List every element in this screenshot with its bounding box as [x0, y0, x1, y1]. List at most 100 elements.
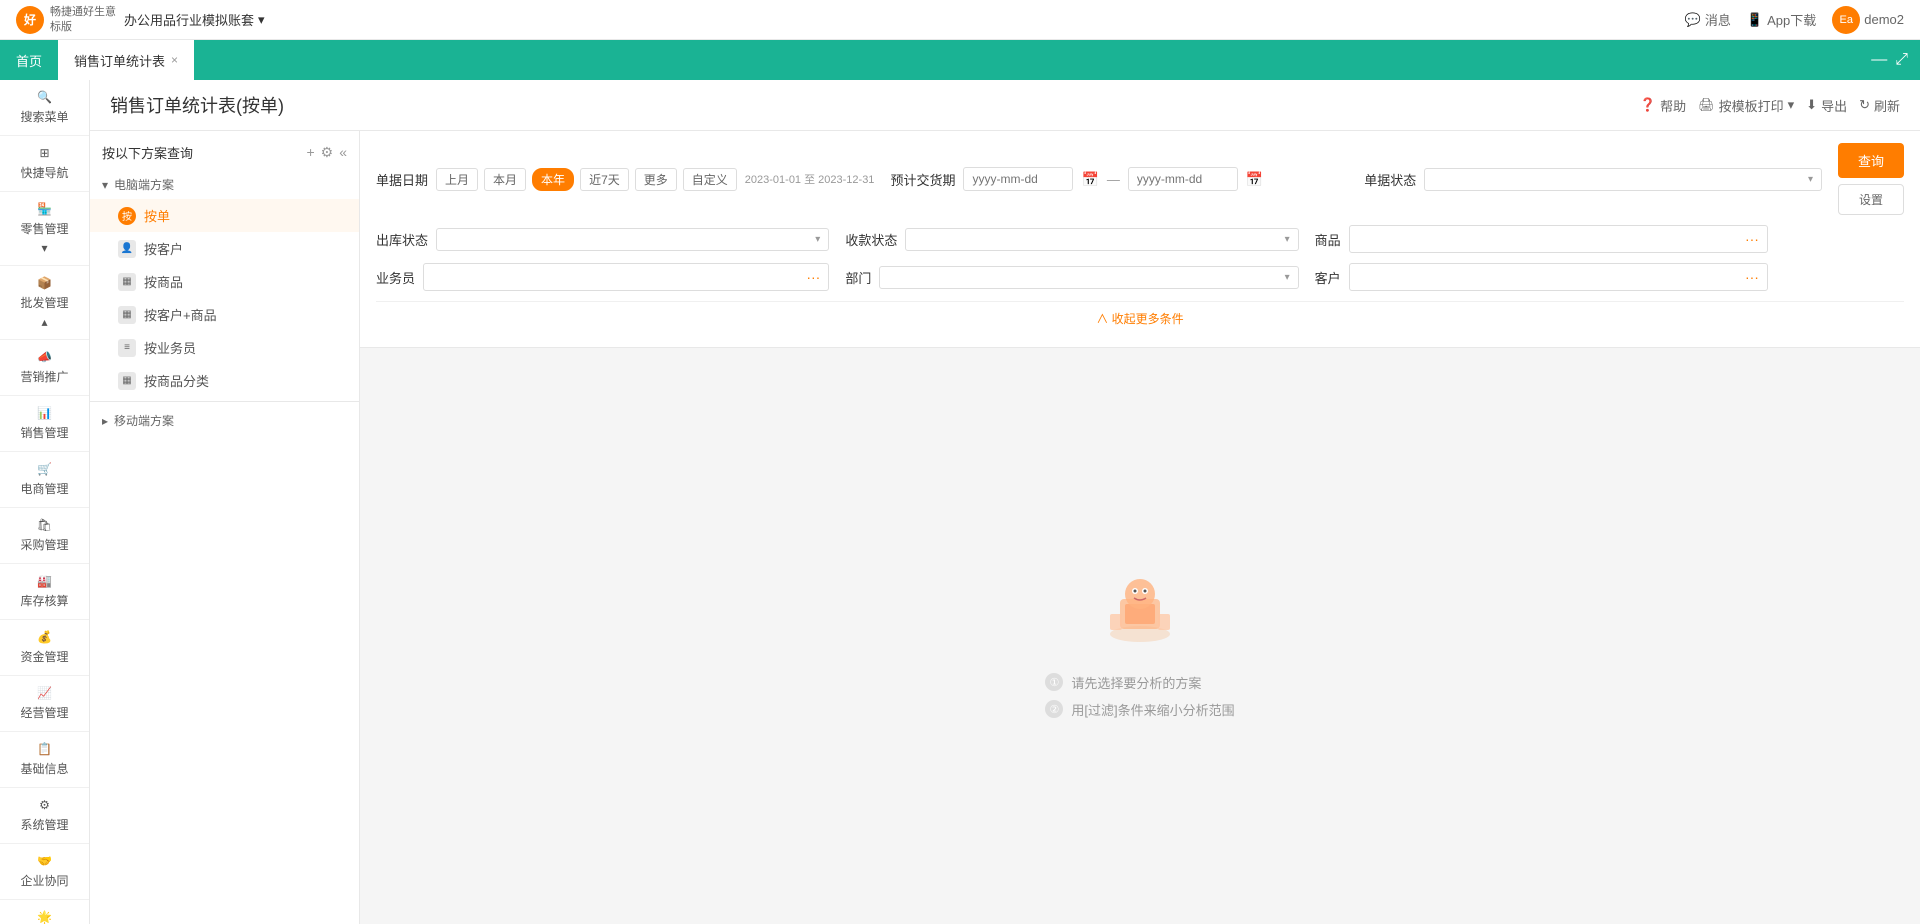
- sidebar-item-basic[interactable]: 📋 基础信息: [0, 732, 89, 788]
- logo-area: 好 畅捷通好生意 标版: [16, 5, 116, 34]
- grid-icon: ⊞: [39, 146, 49, 160]
- sidebar-item-newbie[interactable]: 🌟 新手引导: [0, 900, 89, 924]
- filter-area: 单据日期 上月 本月 本年 近7天 更多 自定义 2023-01-01 至 20…: [360, 131, 1920, 348]
- chevron-up-icon: ▴: [41, 315, 47, 329]
- date-btn-this-year[interactable]: 本年: [532, 168, 574, 191]
- refresh-button[interactable]: ↻ 刷新: [1859, 96, 1900, 115]
- sidebar-item-search[interactable]: 🔍 搜索菜单: [0, 80, 89, 136]
- tab-close-icon[interactable]: ×: [171, 53, 178, 67]
- sidebar-item-retail[interactable]: 🏪 零售管理 ▾: [0, 192, 89, 266]
- date-btn-this-month[interactable]: 本月: [484, 168, 526, 191]
- left-panel-title: 按以下方案查询: [102, 143, 193, 162]
- product-dropdown[interactable]: ···: [1349, 225, 1768, 253]
- scheme-product-icon: ▦: [118, 273, 136, 291]
- scheme-group-pc-title[interactable]: ▾ 电脑端方案: [90, 170, 359, 199]
- delivery-date-from[interactable]: [963, 167, 1073, 191]
- sidebar: 🔍 搜索菜单 ⊞ 快捷导航 🏪 零售管理 ▾ 📦 批发管理 ▴ 📣 营销推广 📊…: [0, 80, 90, 924]
- department-dropdown[interactable]: ▾: [879, 266, 1298, 289]
- customer-label: 客户: [1315, 268, 1341, 287]
- tab-minimize-button[interactable]: —: [1871, 51, 1887, 69]
- tab-home[interactable]: 首页: [0, 40, 58, 80]
- app-download-button[interactable]: 📱 App下载: [1747, 10, 1816, 29]
- scheme-item-by-customer-product[interactable]: ▦ 按客户+商品: [90, 298, 359, 331]
- date-btn-7days[interactable]: 近7天: [580, 168, 629, 191]
- delivery-date-to[interactable]: [1128, 167, 1238, 191]
- query-button[interactable]: 查询: [1838, 143, 1904, 178]
- sidebar-item-purchase[interactable]: 🛍 采购管理: [0, 508, 89, 564]
- sidebar-item-system[interactable]: ⚙ 系统管理: [0, 788, 89, 844]
- export-icon: ⬇: [1806, 97, 1817, 113]
- scheme-settings-button[interactable]: ⚙: [321, 144, 334, 161]
- sidebar-item-wholesale[interactable]: 📦 批发管理 ▴: [0, 266, 89, 340]
- empty-tip-1: ① 请先选择要分析的方案: [1045, 673, 1234, 692]
- sidebar-item-ecommerce[interactable]: 🛒 电商管理: [0, 452, 89, 508]
- expand-icon: ▾: [102, 178, 108, 192]
- top-bar-right: 💬 消息 📱 App下载 Ea demo2: [1685, 6, 1904, 34]
- scheme-group-mobile-title[interactable]: ▸ 移动端方案: [90, 406, 359, 435]
- sidebar-item-marketing[interactable]: 📣 营销推广: [0, 340, 89, 396]
- help-icon: ❓: [1640, 97, 1656, 113]
- scheme-item-by-salesperson[interactable]: ≡ 按业务员: [90, 331, 359, 364]
- page-title: 销售订单统计表(按单): [110, 92, 284, 118]
- sidebar-item-finance[interactable]: 💰 资金管理: [0, 620, 89, 676]
- page-header: 销售订单统计表(按单) ❓ 帮助 🖨 按模板打印 ▾ ⬇ 导出 ↻ 刷新: [90, 80, 1920, 131]
- chevron-down-icon: ▾: [1285, 272, 1290, 283]
- sidebar-item-enterprise[interactable]: 🤝 企业协同: [0, 844, 89, 900]
- print-button[interactable]: 🖨 按模板打印 ▾: [1698, 96, 1794, 115]
- customer-dropdown[interactable]: ···: [1349, 263, 1768, 291]
- scheme-group-mobile: ▸ 移动端方案: [90, 406, 359, 435]
- collapse-conditions-button[interactable]: ∧ 收起更多条件: [376, 301, 1904, 335]
- add-scheme-button[interactable]: +: [306, 144, 314, 161]
- date-btn-custom[interactable]: 自定义: [683, 168, 737, 191]
- salesperson-label: 业务员: [376, 268, 415, 287]
- empty-illustration: [1090, 554, 1190, 654]
- left-panel: 按以下方案查询 + ⚙ « ▾ 电脑端方案 按 按单: [90, 131, 360, 924]
- tab-active[interactable]: 销售订单统计表 ×: [58, 40, 194, 80]
- user-menu[interactable]: Ea demo2: [1832, 6, 1904, 34]
- enterprise-icon: 🤝: [37, 854, 52, 868]
- calendar-icon-2[interactable]: 📅: [1246, 171, 1263, 188]
- scheme-item-by-category[interactable]: ▦ 按商品分类: [90, 364, 359, 397]
- sidebar-item-inventory[interactable]: 🏭 库存核算: [0, 564, 89, 620]
- tab-bar-actions: — ⤢: [1871, 51, 1920, 69]
- tab-maximize-button[interactable]: ⤢: [1895, 51, 1908, 69]
- customer-more-icon[interactable]: ···: [1745, 269, 1759, 285]
- date-btn-more[interactable]: 更多: [635, 168, 677, 191]
- tip-num-1: ①: [1045, 673, 1063, 691]
- scheme-item-by-order[interactable]: 按 按单: [90, 199, 359, 232]
- calendar-icon-1[interactable]: 📅: [1081, 171, 1098, 188]
- filter-delivery-date: 预计交货期 📅 — 📅: [890, 167, 1348, 191]
- export-button[interactable]: ⬇ 导出: [1806, 96, 1847, 115]
- filter-salesperson: 业务员 ···: [376, 263, 829, 291]
- bill-status-label: 单据状态: [1364, 170, 1416, 189]
- date-btn-last-month[interactable]: 上月: [436, 168, 478, 191]
- collapse-panel-button[interactable]: «: [339, 144, 347, 161]
- product-more-icon[interactable]: ···: [1745, 231, 1759, 247]
- sidebar-item-shortcut[interactable]: ⊞ 快捷导航: [0, 136, 89, 192]
- filter-row-date: 单据日期 上月 本月 本年 近7天 更多 自定义 2023-01-01 至 20…: [376, 143, 1904, 215]
- date-btn-group: 上月 本月 本年 近7天 更多 自定义: [436, 168, 737, 191]
- receipt-status-dropdown[interactable]: ▾: [905, 228, 1298, 251]
- sidebar-item-sales[interactable]: 📊 销售管理: [0, 396, 89, 452]
- chevron-down-icon: ▾: [41, 241, 47, 255]
- scheme-item-by-product[interactable]: ▦ 按商品: [90, 265, 359, 298]
- sidebar-item-operations[interactable]: 📈 经营管理: [0, 676, 89, 732]
- message-button[interactable]: 💬 消息: [1685, 10, 1731, 29]
- salesperson-dropdown[interactable]: ···: [423, 263, 829, 291]
- delivery-status-dropdown[interactable]: ▾: [436, 228, 829, 251]
- chevron-down-icon: ▾: [1808, 174, 1813, 185]
- help-button[interactable]: ❓ 帮助: [1640, 96, 1686, 115]
- salesperson-more-icon[interactable]: ···: [806, 269, 820, 285]
- filter-receipt-status: 收款状态 ▾: [845, 228, 1298, 251]
- date-label: 单据日期: [376, 170, 428, 189]
- product-label: 商品: [1315, 230, 1341, 249]
- top-bar-title[interactable]: 办公用品行业模拟账套 ▾: [124, 10, 265, 29]
- retail-icon: 🏪: [37, 202, 52, 216]
- bill-status-dropdown[interactable]: ▾: [1424, 168, 1822, 191]
- settings-button[interactable]: 设置: [1838, 184, 1904, 215]
- search-icon: 🔍: [37, 90, 52, 104]
- filter-customer: 客户 ···: [1315, 263, 1768, 291]
- top-bar-left: 好 畅捷通好生意 标版 办公用品行业模拟账套 ▾: [16, 5, 265, 34]
- scheme-sales-icon: ≡: [118, 339, 136, 357]
- scheme-item-by-customer[interactable]: 👤 按客户: [90, 232, 359, 265]
